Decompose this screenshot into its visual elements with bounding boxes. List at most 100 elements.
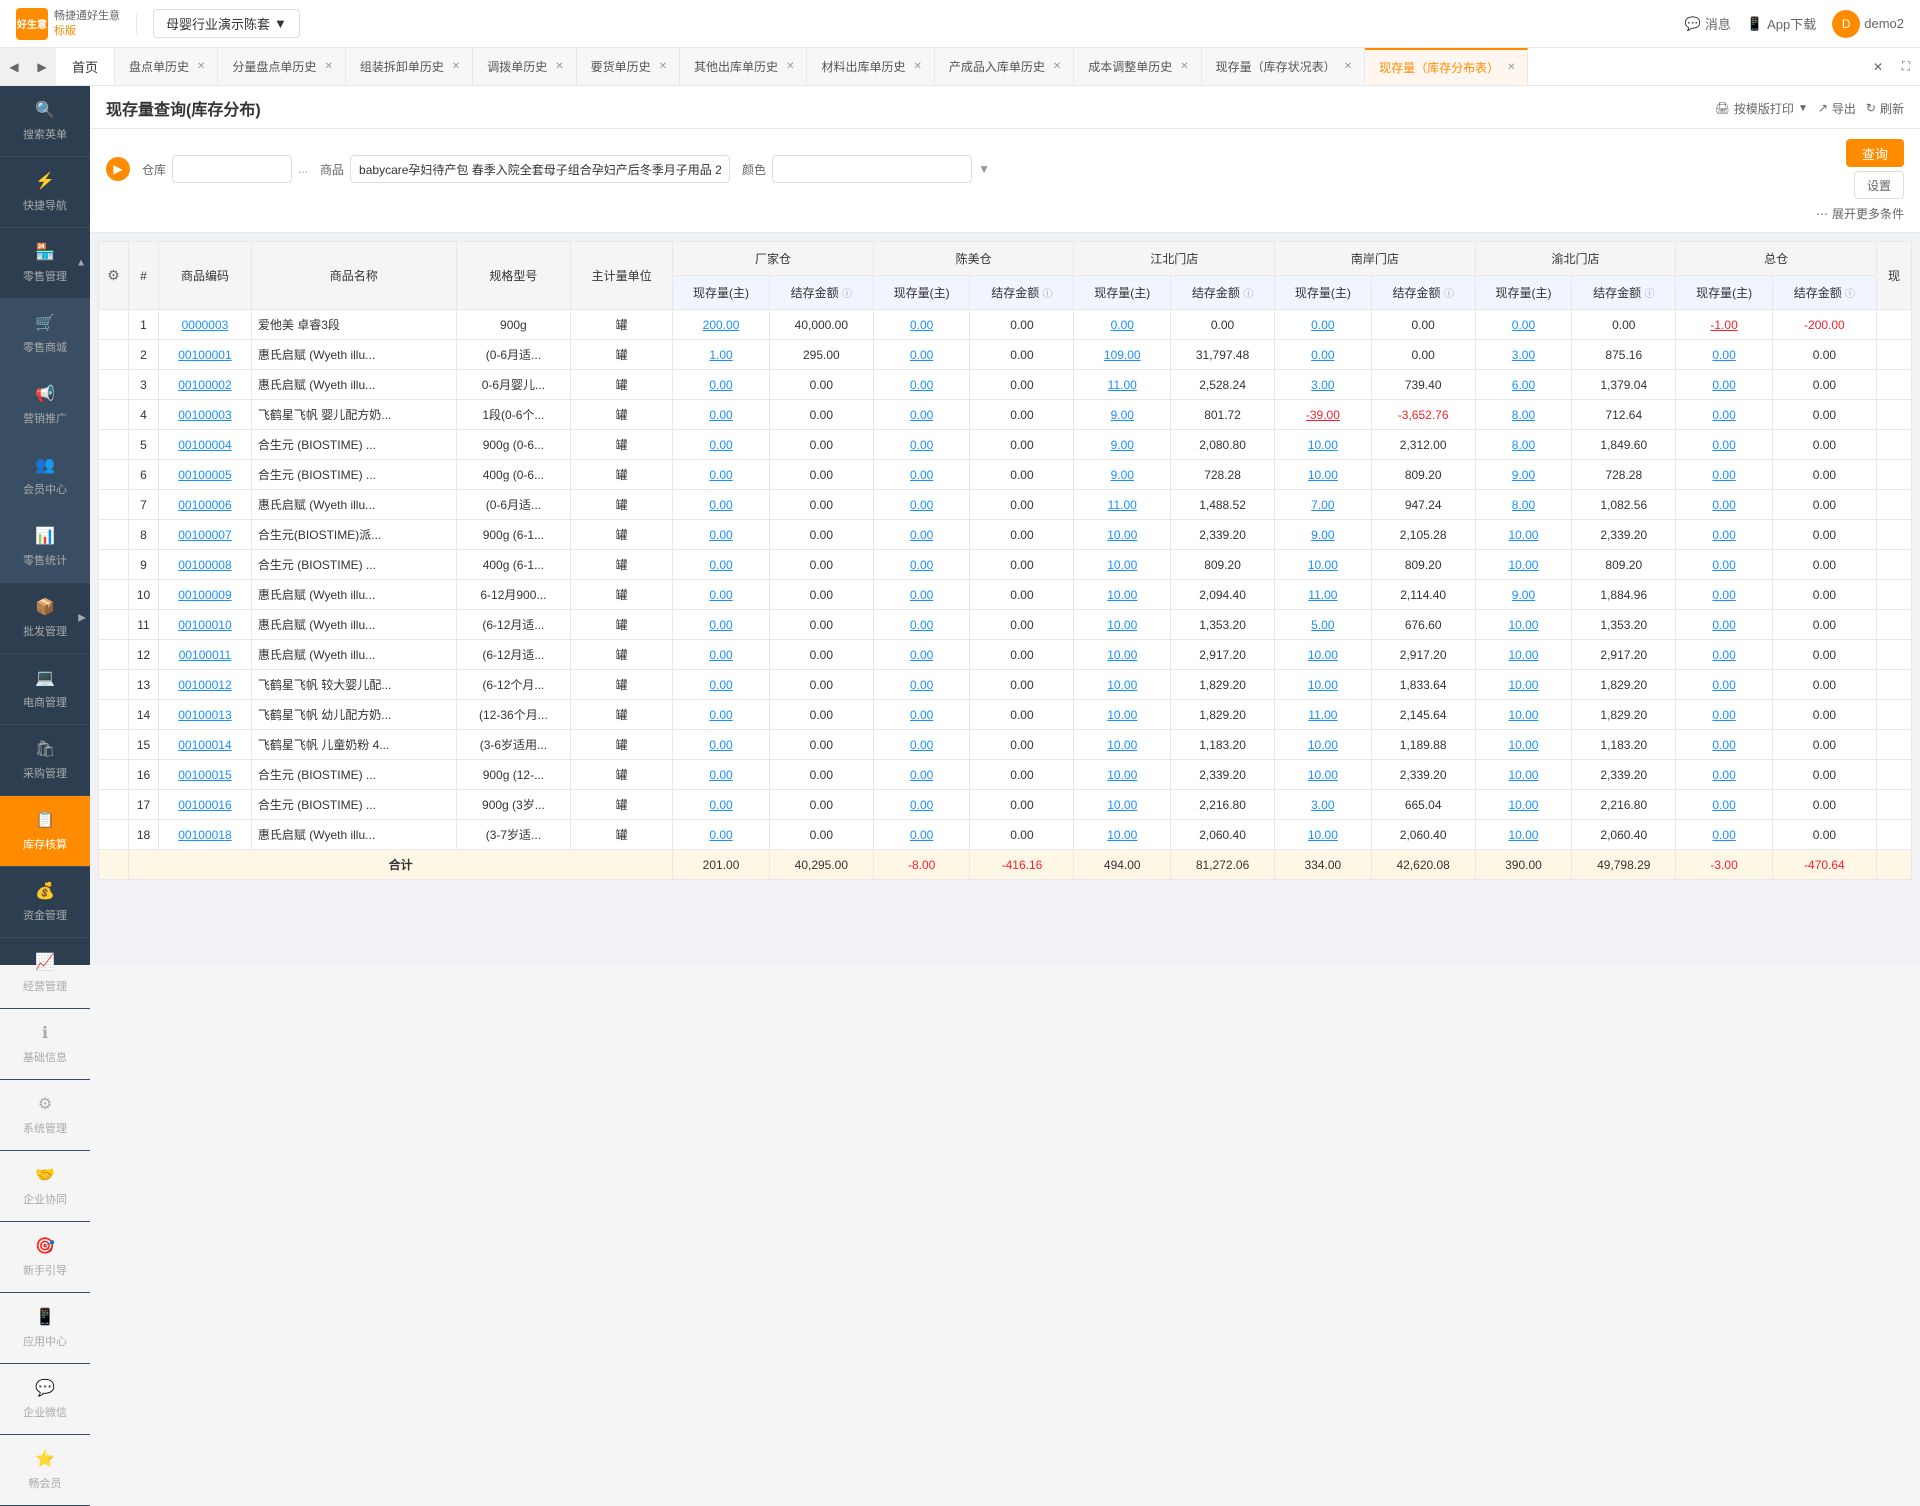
row-nan-amt: 0.00 bbox=[1371, 340, 1475, 370]
row-nan-amt: 809.20 bbox=[1371, 460, 1475, 490]
row-nan-qty: -39.00 bbox=[1275, 400, 1372, 430]
row-fac-qty: 0.00 bbox=[673, 670, 770, 700]
row-name: 惠氏启赋 (Wyeth illu... bbox=[251, 580, 456, 610]
print-button[interactable]: 🖨 按模版打印 ▼ bbox=[1715, 100, 1808, 117]
color-input[interactable] bbox=[772, 155, 972, 183]
tab-item-3[interactable]: 组装拆卸单历史 ✕ bbox=[346, 48, 473, 86]
export-button[interactable]: ↗ 导出 bbox=[1818, 100, 1856, 117]
sidebar-item-purchase[interactable]: 🛍 采购管理 bbox=[0, 725, 90, 796]
tab-close-8[interactable]: ✕ bbox=[1053, 61, 1061, 72]
row-current bbox=[1876, 580, 1911, 610]
handshake-icon: 🤝 bbox=[35, 1165, 55, 1185]
tab-item-9[interactable]: 成本调整单历史 ✕ bbox=[1074, 48, 1201, 86]
sidebar-item-finance[interactable]: 💰 资金管理 bbox=[0, 867, 90, 938]
tab-close-5[interactable]: ✕ bbox=[659, 61, 667, 72]
sidebar-item-shortcuts[interactable]: ⚡ 快捷导航 bbox=[0, 157, 90, 228]
tab-next-button[interactable]: ▶ bbox=[28, 48, 56, 86]
tab-expand-button[interactable]: ⛶ bbox=[1892, 48, 1920, 86]
row-tot-qty: 0.00 bbox=[1676, 520, 1773, 550]
row-fac-qty: 0.00 bbox=[673, 460, 770, 490]
tab-close-1[interactable]: ✕ bbox=[197, 61, 205, 72]
table-row: 2 00100001 惠氏启赋 (Wyeth illu... (0-6月适...… bbox=[99, 340, 1912, 370]
tab-close-2[interactable]: ✕ bbox=[324, 61, 332, 72]
tab-item-2[interactable]: 分量盘点单历史 ✕ bbox=[218, 48, 345, 86]
sidebar-item-operations[interactable]: 📈 经营管理 bbox=[0, 938, 90, 1009]
row-fac-amt: 295.00 bbox=[769, 340, 873, 370]
row-chen-amt: 0.00 bbox=[970, 340, 1074, 370]
sidebar-item-retail[interactable]: 🏪 零售管理 ▲ bbox=[0, 228, 90, 299]
tab-prev-button[interactable]: ◀ bbox=[0, 48, 28, 86]
tab-close-6[interactable]: ✕ bbox=[786, 61, 794, 72]
tab-item-5[interactable]: 要货单历史 ✕ bbox=[577, 48, 680, 86]
row-code: 00100006 bbox=[159, 490, 252, 520]
sidebar-item-enterprise[interactable]: 🤝 企业协同 bbox=[0, 1151, 90, 1222]
tab-close-all-button[interactable]: ✕ bbox=[1864, 48, 1892, 86]
sidebar-item-retail-mall[interactable]: 🛒 零售商城 bbox=[0, 299, 90, 370]
warehouse-picker-button[interactable]: ... bbox=[298, 162, 308, 176]
row-yb-amt: 1,082.56 bbox=[1572, 490, 1676, 520]
row-unit: 罐 bbox=[571, 700, 673, 730]
search-button[interactable]: 查询 bbox=[1846, 139, 1904, 167]
row-chen-amt: 0.00 bbox=[970, 820, 1074, 850]
row-chen-amt: 0.00 bbox=[970, 550, 1074, 580]
tab-close-11[interactable]: ✕ bbox=[1507, 62, 1515, 73]
tab-home[interactable]: 首页 bbox=[56, 48, 115, 86]
tab-close-7[interactable]: ✕ bbox=[913, 61, 921, 72]
tab-item-1[interactable]: 盘点单历史 ✕ bbox=[115, 48, 218, 86]
expand-more-button[interactable]: ⋯ 展开更多条件 bbox=[1816, 205, 1904, 222]
table-row: 10 00100009 惠氏启赋 (Wyeth illu... 6-12月900… bbox=[99, 580, 1912, 610]
industry-selector[interactable]: 母婴行业演示陈套 ▼ bbox=[153, 9, 300, 38]
tab-item-10[interactable]: 现存量（库存状况表） ✕ bbox=[1202, 48, 1365, 86]
tab-item-7[interactable]: 材料出库单历史 ✕ bbox=[807, 48, 934, 86]
sidebar-item-retail-stat[interactable]: 📊 零售统计 bbox=[0, 512, 90, 583]
table-row: 6 00100005 合生元 (BIOSTIME) ... 400g (0-6.… bbox=[99, 460, 1912, 490]
tab-close-9[interactable]: ✕ bbox=[1180, 61, 1188, 72]
row-index: 3 bbox=[129, 370, 159, 400]
settings-button[interactable]: 设置 bbox=[1854, 171, 1904, 199]
sidebar-item-appcenter[interactable]: 📱 应用中心 bbox=[0, 1293, 90, 1364]
tab-item-4[interactable]: 调拨单历史 ✕ bbox=[473, 48, 576, 86]
row-code: 00100012 bbox=[159, 670, 252, 700]
sidebar-item-search[interactable]: 🔍 搜索英单 bbox=[0, 86, 90, 157]
warehouse-input[interactable] bbox=[172, 155, 292, 183]
row-nan-amt: 2,917.20 bbox=[1371, 640, 1475, 670]
sidebar-item-wholesale[interactable]: 📦 批发管理 ▶ bbox=[0, 583, 90, 654]
user-area[interactable]: D demo2 bbox=[1832, 10, 1904, 38]
sidebar-item-ecommerce[interactable]: 💻 电商管理 bbox=[0, 654, 90, 725]
row-tot-qty: 0.00 bbox=[1676, 700, 1773, 730]
table-row: 1 0000003 爱他美 卓睿3段 900g 罐 200.00 40,000.… bbox=[99, 310, 1912, 340]
sidebar-item-marketing[interactable]: 📢 营销推广 bbox=[0, 370, 90, 441]
row-yb-qty: 10.00 bbox=[1475, 610, 1572, 640]
sidebar-item-member2[interactable]: ⭐ 畅会员 bbox=[0, 1435, 90, 1506]
sidebar-item-wechat[interactable]: 💬 企业微信 bbox=[0, 1364, 90, 1435]
refresh-button[interactable]: ↻ 刷新 bbox=[1866, 100, 1904, 117]
row-tot-amt: 0.00 bbox=[1772, 820, 1876, 850]
sidebar-item-guide[interactable]: 🎯 新手引导 bbox=[0, 1222, 90, 1293]
row-name: 惠氏启赋 (Wyeth illu... bbox=[251, 640, 456, 670]
tab-item-6[interactable]: 其他出库单历史 ✕ bbox=[680, 48, 807, 86]
table-area[interactable]: ⚙ # 商品编码 商品名称 规格型号 主计量单位 厂家仓 陈美仓 江北门店 南岸… bbox=[90, 233, 1920, 965]
row-nan-qty: 11.00 bbox=[1275, 700, 1372, 730]
sidebar-item-member[interactable]: 👥 会员中心 bbox=[0, 441, 90, 512]
column-settings-icon[interactable]: ⚙ bbox=[107, 267, 120, 283]
row-chen-qty: 0.00 bbox=[873, 670, 970, 700]
sidebar-item-system[interactable]: ⚙ 系统管理 bbox=[0, 1080, 90, 1151]
tab-close-3[interactable]: ✕ bbox=[452, 61, 460, 72]
row-yb-qty: 9.00 bbox=[1475, 460, 1572, 490]
color-dropdown-icon[interactable]: ▼ bbox=[978, 162, 990, 176]
export-icon: ↗ bbox=[1818, 101, 1828, 115]
product-input[interactable] bbox=[350, 155, 730, 183]
sidebar-item-inventory[interactable]: 📋 库存核算 bbox=[0, 796, 90, 867]
tab-item-8[interactable]: 产成品入库单历史 ✕ bbox=[935, 48, 1074, 86]
row-chen-amt: 0.00 bbox=[970, 640, 1074, 670]
message-button[interactable]: 💬 消息 bbox=[1685, 14, 1731, 33]
tab-close-4[interactable]: ✕ bbox=[555, 61, 563, 72]
row-yb-qty: 8.00 bbox=[1475, 400, 1572, 430]
money-icon: 💰 bbox=[35, 881, 55, 901]
app-download-button[interactable]: 📱 App下载 bbox=[1747, 14, 1816, 33]
tab-close-10[interactable]: ✕ bbox=[1344, 61, 1352, 72]
row-fac-qty: 0.00 bbox=[673, 490, 770, 520]
sidebar-item-basic[interactable]: ℹ 基础信息 bbox=[0, 1009, 90, 1080]
expand-filter-arrow[interactable]: ▶ bbox=[106, 157, 130, 181]
tab-item-11[interactable]: 现存量（库存分布表） ✕ bbox=[1365, 48, 1528, 86]
